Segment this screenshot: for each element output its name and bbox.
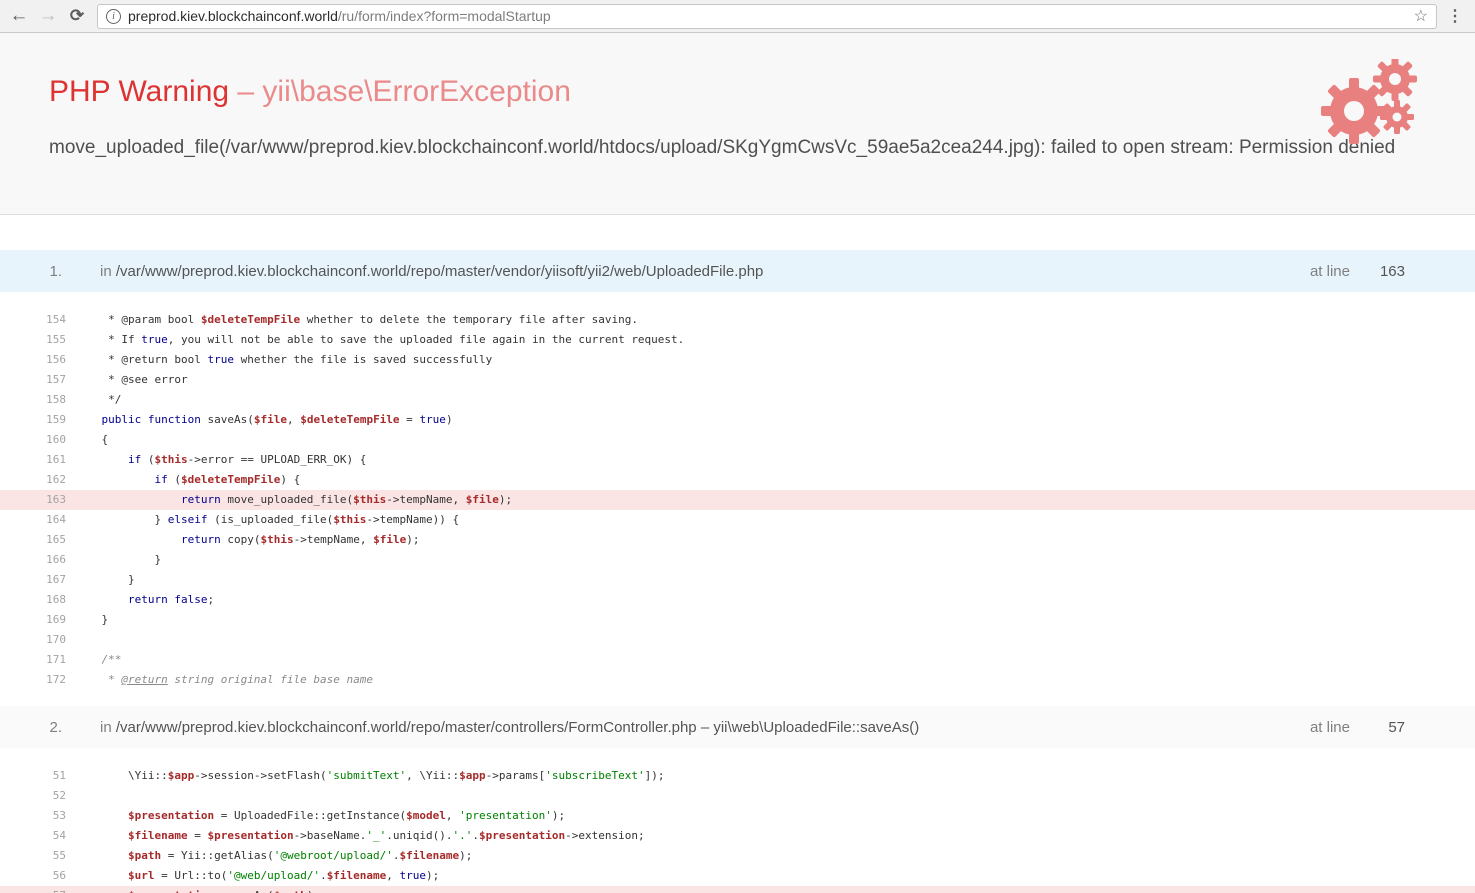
- stack-item-header[interactable]: 2. in /var/www/preprod.kiev.blockchaincon…: [0, 706, 1475, 748]
- code-line: 55 $path = Yii::getAlias('@webroot/uploa…: [52, 849, 473, 862]
- stack-file: in /var/www/preprod.kiev.blockchainconf.…: [100, 718, 920, 736]
- error-message: move_uploaded_file(/var/www/preprod.kiev…: [49, 137, 1396, 158]
- url-bar[interactable]: i preprod.kiev.blockchainconf.world/ru/f…: [97, 3, 1437, 29]
- call-stack: 1. in /var/www/preprod.kiev.blockchaincon…: [0, 250, 1475, 893]
- bookmark-star-icon[interactable]: ☆: [1414, 6, 1428, 26]
- code-line: 158 */: [46, 393, 122, 406]
- code-line: 155 * If true, you will not be able to s…: [46, 333, 685, 346]
- code-line: 52: [52, 789, 66, 802]
- browser-menu-icon[interactable]: ⋮: [1443, 6, 1467, 26]
- exception-class: – yii\base\ErrorException: [229, 75, 571, 108]
- code-line: 159 public function saveAs($file, $delet…: [46, 413, 453, 426]
- code-line: 161 if ($this->error == UPLOAD_ERR_OK) {: [46, 453, 367, 466]
- code-line: 56 $url = Url::to('@web/upload/'.$filena…: [52, 869, 440, 882]
- stack-index: 1.: [49, 262, 62, 280]
- at-line-label: at line: [1309, 718, 1350, 736]
- error-header: PHP Warning – yii\base\ErrorException mo…: [0, 33, 1475, 215]
- code-line: 154 * @param bool $deleteTempFile whethe…: [46, 313, 638, 326]
- code-line: 157 * @see error: [46, 373, 188, 386]
- code-line: 54 $filename = $presentation->baseName.'…: [52, 829, 645, 842]
- stack-index: 2.: [49, 718, 62, 736]
- line-number: 163: [1379, 262, 1405, 280]
- code-line: 51 \Yii::$app->session->setFlash('submit…: [52, 769, 665, 782]
- error-level: PHP Warning: [49, 75, 230, 108]
- gears-icon: [1321, 59, 1417, 144]
- code-line: 160 {: [46, 433, 109, 446]
- url-text[interactable]: preprod.kiev.blockchainconf.world/ru/for…: [128, 8, 551, 24]
- stack-item: 2. in /var/www/preprod.kiev.blockchaincon…: [0, 706, 1475, 893]
- code-line-error: 57 $presentation->saveAs($path);: [0, 886, 1475, 893]
- forward-icon[interactable]: →: [37, 1, 59, 31]
- line-number: 57: [1388, 718, 1405, 736]
- page-title: PHP Warning – yii\base\ErrorException: [49, 75, 1415, 109]
- reload-icon[interactable]: ⟳: [66, 1, 88, 31]
- url-path: /ru/form/index?form=modalStartup: [337, 8, 551, 24]
- at-line-label: at line: [1309, 262, 1350, 280]
- stack-file: in /var/www/preprod.kiev.blockchainconf.…: [100, 262, 764, 280]
- code-line: 169 }: [46, 613, 109, 626]
- code-line: 172 * @return string original file base …: [46, 673, 374, 686]
- code-snippet: 51 \Yii::$app->session->setFlash('submit…: [0, 748, 1475, 893]
- back-icon[interactable]: ←: [8, 1, 30, 31]
- stack-item: 1. in /var/www/preprod.kiev.blockchaincon…: [0, 250, 1475, 706]
- code-line: 165 return copy($this->tempName, $file);: [46, 533, 420, 546]
- code-line: 171 /**: [46, 653, 122, 666]
- code-line: 156 * @return bool true whether the file…: [46, 353, 493, 366]
- browser-toolbar: ← → ⟳ i preprod.kiev.blockchainconf.worl…: [0, 0, 1475, 33]
- code-line: 162 if ($deleteTempFile) {: [46, 473, 301, 486]
- stack-item-header[interactable]: 1. in /var/www/preprod.kiev.blockchaincon…: [0, 250, 1475, 292]
- page-info-icon[interactable]: i: [106, 8, 121, 24]
- code-line: 166 }: [46, 553, 162, 566]
- url-host: preprod.kiev.blockchainconf.world: [128, 8, 338, 24]
- code-snippet: 154 * @param bool $deleteTempFile whethe…: [0, 292, 1475, 706]
- code-line: 53 $presentation = UploadedFile::getInst…: [52, 809, 566, 822]
- code-line: 168 return false;: [46, 593, 215, 606]
- code-line: 167 }: [46, 573, 135, 586]
- code-line: 164 } elseif (is_uploaded_file($this->te…: [46, 513, 460, 526]
- code-line: 170: [46, 633, 66, 646]
- code-line-error: 163 return move_uploaded_file($this->tem…: [0, 490, 1475, 510]
